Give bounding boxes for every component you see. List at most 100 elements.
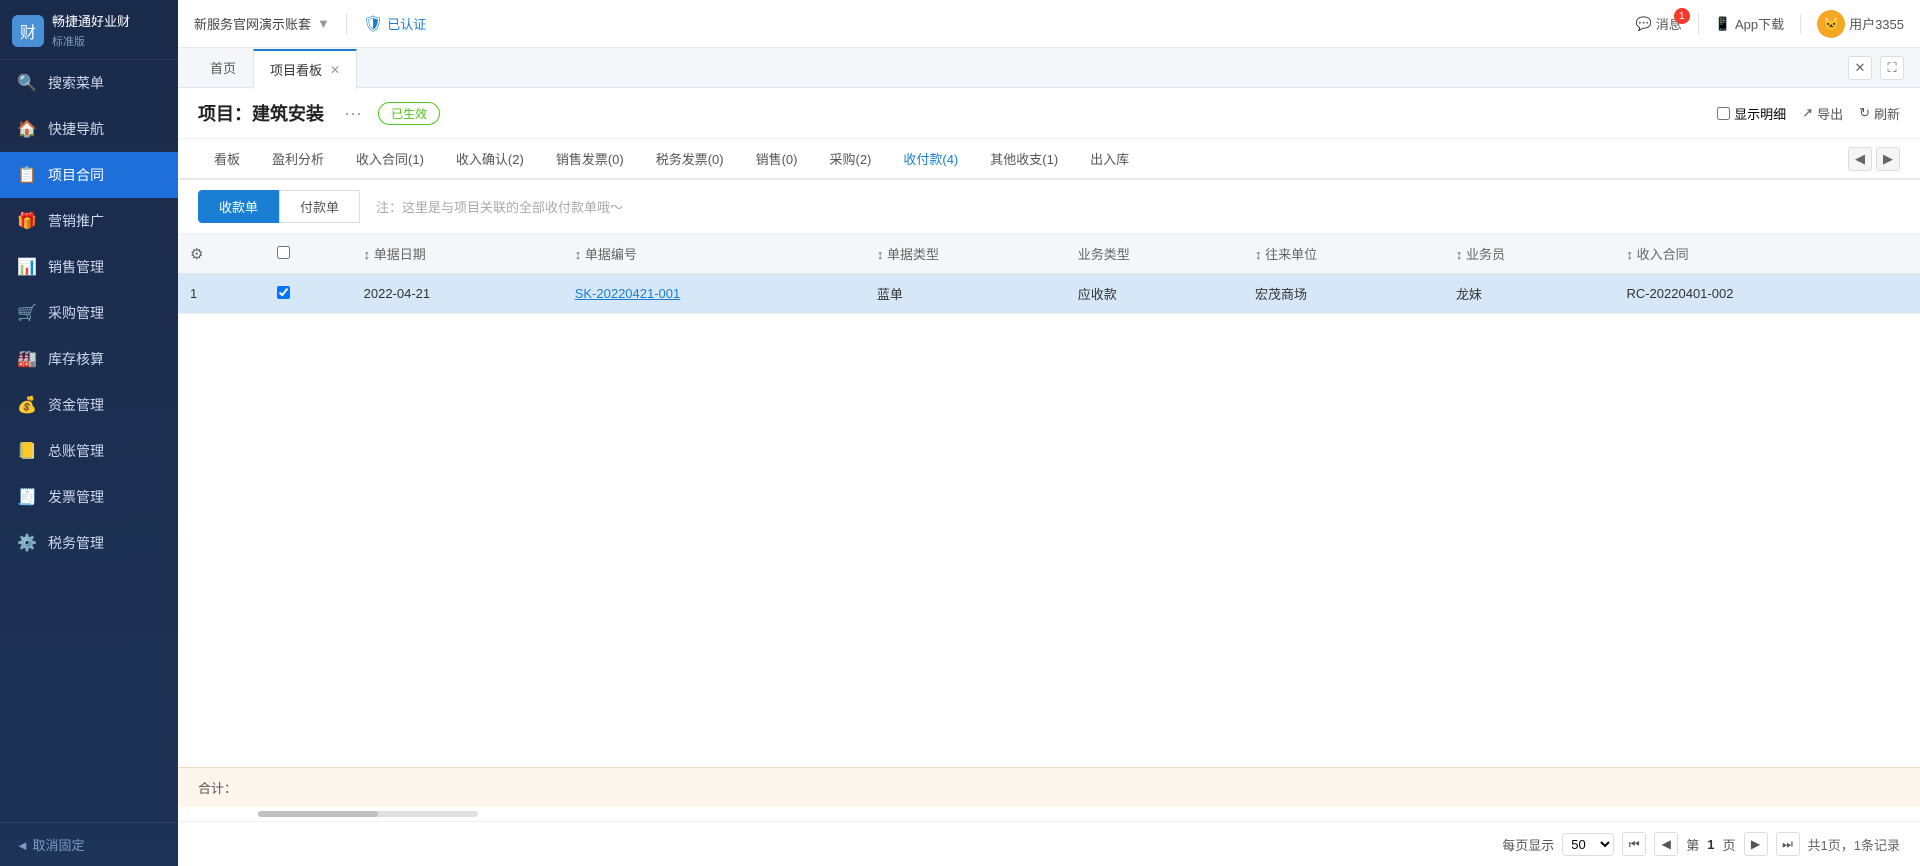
th-check[interactable]: [265, 234, 351, 274]
th-date[interactable]: ↕ 单据日期: [352, 234, 563, 274]
tab-kanban-close-icon[interactable]: ✕: [330, 63, 340, 77]
finance-icon: 💰: [16, 394, 38, 416]
per-page-select[interactable]: 50 100 200: [1562, 833, 1614, 856]
code-link[interactable]: SK-20220421-001: [575, 286, 681, 301]
project-more-icon[interactable]: ···: [344, 103, 362, 124]
subnav-item-sales[interactable]: 销售(0): [740, 139, 814, 180]
subnav-item-sales_invoice[interactable]: 销售发票(0): [540, 139, 640, 180]
subnav-next-arrow[interactable]: ▶: [1876, 147, 1900, 171]
page-first-button[interactable]: ⏮: [1622, 832, 1646, 856]
summary-row: 合计：: [178, 767, 1920, 807]
dropdown-arrow-icon: ▼: [317, 16, 330, 31]
sidebar-item-tax[interactable]: ⚙️ 税务管理: [0, 520, 178, 566]
th-partner[interactable]: ↕ 往来单位: [1243, 234, 1444, 274]
page-suffix: 页: [1723, 835, 1736, 854]
th-salesman-label: ↕ 业务员: [1456, 247, 1505, 262]
subnav-item-income_confirm[interactable]: 收入确认(2): [440, 139, 540, 180]
user-menu[interactable]: 🐱 用户3355: [1817, 10, 1904, 38]
cell-num: 1: [178, 274, 265, 314]
cell-income-contract: RC-20220401-002: [1614, 274, 1920, 314]
invoice-icon: 🧾: [16, 486, 38, 508]
subnav-item-profit[interactable]: 盈利分析: [256, 139, 340, 180]
page-last-button[interactable]: ⏭: [1776, 832, 1800, 856]
project-selector[interactable]: 新服务官网演示账套 ▼: [194, 14, 330, 33]
table-wrap: ⚙ ↕ 单据日期 ↕ 单据编号 ↕ 单据类型 业务类型: [178, 234, 1920, 767]
sidebar-item-ledger[interactable]: 📒 总账管理: [0, 428, 178, 474]
sidebar-item-inventory[interactable]: 🏭 库存核算: [0, 336, 178, 382]
table-row[interactable]: 1 2022-04-21 SK-20220421-001 蓝单 应收款 宏茂商场…: [178, 274, 1920, 314]
summary-label: 合计：: [198, 778, 237, 797]
sidebar-item-invoice[interactable]: 🧾 发票管理: [0, 474, 178, 520]
settings-icon[interactable]: ⚙: [190, 246, 203, 263]
message-icon: 💬: [1636, 16, 1652, 32]
pagination: 每页显示 50 100 200 ⏮ ◀ 第 1 页 ▶ ⏭ 共1页，1条记录: [178, 821, 1920, 866]
project-actions: 显示明细 ↗ 导出 ↻ 刷新: [1717, 104, 1900, 123]
sidebar-item-purchase[interactable]: 🛒 采购管理: [0, 290, 178, 336]
contract-icon: 📋: [16, 164, 38, 186]
topbar-right: 💬 消息 1 📱 App下载 🐱 用户3355: [1636, 10, 1904, 38]
refresh-icon: ↻: [1859, 105, 1870, 121]
messages-button[interactable]: 💬 消息 1: [1636, 14, 1682, 33]
sidebar-item-quicknav[interactable]: 🏠 快捷导航: [0, 106, 178, 152]
subtabs-note: 注：这里是与项目关联的全部收付款单哦～: [376, 197, 623, 216]
subtab-payment[interactable]: 付款单: [279, 190, 360, 223]
logo-text: 畅捷通好业财 标准版: [52, 14, 130, 49]
project-name: 建筑安装: [252, 100, 324, 126]
tab-kanban[interactable]: 项目看板 ✕: [253, 49, 357, 89]
th-type[interactable]: ↕ 单据类型: [865, 234, 1066, 274]
project-header: 项目： 建筑安装 ··· 已生效 显示明细 ↗ 导出 ↻ 刷新: [178, 88, 1920, 139]
subnav-item-income_contract[interactable]: 收入合同(1): [340, 139, 440, 180]
sidebar-unpin-button[interactable]: ◄ 取消固定: [0, 822, 178, 866]
tab-maximize-button[interactable]: ⛶: [1880, 56, 1904, 80]
sidebar-scroll: 🔍 搜索菜单 🏠 快捷导航 📋 项目合同 🎁 营销推广 📊 销售管理 🛒 采购管…: [0, 60, 178, 822]
fake-scrollbar[interactable]: [258, 811, 478, 817]
tab-home[interactable]: 首页: [194, 48, 253, 88]
quicknav-icon: 🏠: [16, 118, 38, 140]
subnav-item-purchase[interactable]: 采购(2): [813, 139, 887, 180]
show-detail-label[interactable]: 显示明细: [1717, 104, 1786, 123]
cell-check[interactable]: [265, 274, 351, 314]
sidebar-item-sales[interactable]: 📊 销售管理: [0, 244, 178, 290]
show-detail-checkbox[interactable]: [1717, 107, 1730, 120]
export-icon: ↗: [1802, 105, 1813, 121]
select-all-checkbox[interactable]: [277, 246, 290, 259]
subtab-receipt[interactable]: 收款单: [198, 190, 279, 223]
fake-scrollbar-thumb[interactable]: [258, 811, 378, 817]
subnav-item-receipt[interactable]: 收付款(4): [887, 139, 974, 180]
sidebar-item-finance[interactable]: 💰 资金管理: [0, 382, 178, 428]
tab-close-button[interactable]: ✕: [1848, 56, 1872, 80]
sidebar-item-label: 总账管理: [48, 441, 104, 461]
subnav-item-other_expense[interactable]: 其他收支(1): [974, 139, 1074, 180]
th-income-contract[interactable]: ↕ 收入合同: [1614, 234, 1920, 274]
page-next-button[interactable]: ▶: [1744, 832, 1768, 856]
sidebar-item-contract[interactable]: 📋 项目合同: [0, 152, 178, 198]
subnav-nav: ◀ ▶: [1848, 147, 1900, 171]
th-code[interactable]: ↕ 单据编号: [563, 234, 865, 274]
subnav-item-tax_invoice[interactable]: 税务发票(0): [640, 139, 740, 180]
per-page-label: 每页显示: [1502, 835, 1554, 854]
subnav-item-kanban[interactable]: 看板: [198, 139, 256, 180]
cell-code: SK-20220421-001: [563, 274, 865, 314]
sidebar-item-label: 营销推广: [48, 211, 104, 231]
table-header-row: ⚙ ↕ 单据日期 ↕ 单据编号 ↕ 单据类型 业务类型: [178, 234, 1920, 274]
subnav-item-inout[interactable]: 出入库: [1074, 139, 1145, 180]
topbar-sep-2: [1800, 14, 1801, 34]
export-button[interactable]: ↗ 导出: [1802, 104, 1843, 123]
logo-icon: 财: [12, 15, 44, 47]
topbar: 新服务官网演示账套 ▼ 🛡 已认证 💬 消息 1 📱 App下载 🐱 用户335…: [178, 0, 1920, 48]
sidebar-item-marketing[interactable]: 🎁 营销推广: [0, 198, 178, 244]
tax-icon: ⚙️: [16, 532, 38, 554]
refresh-button[interactable]: ↻ 刷新: [1859, 104, 1900, 123]
sidebar-item-label: 项目合同: [48, 165, 104, 185]
page-prev-button[interactable]: ◀: [1654, 832, 1678, 856]
th-salesman[interactable]: ↕ 业务员: [1444, 234, 1615, 274]
row-checkbox[interactable]: [277, 286, 290, 299]
app-download-button[interactable]: 📱 App下载: [1715, 14, 1784, 33]
tabs-bar: 首页 项目看板 ✕ ✕ ⛶: [178, 48, 1920, 88]
inventory-icon: 🏭: [16, 348, 38, 370]
cell-biz-type: 应收款: [1066, 274, 1243, 314]
sidebar-item-search[interactable]: 🔍 搜索菜单: [0, 60, 178, 106]
subnav-prev-arrow[interactable]: ◀: [1848, 147, 1872, 171]
project-label: 项目：: [198, 100, 252, 126]
th-gear[interactable]: ⚙: [178, 234, 265, 274]
